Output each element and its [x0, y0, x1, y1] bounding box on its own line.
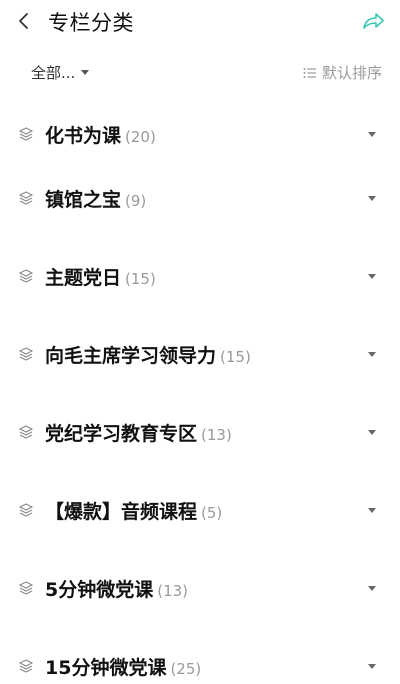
filter-bar: 全部... 默认排序: [0, 58, 400, 88]
category-name: 向毛主席学习领导力: [45, 345, 217, 367]
category-name: 【爆款】音频课程: [45, 501, 198, 523]
category-filter-label: 全部...: [31, 64, 76, 82]
category-count: (15): [125, 270, 156, 288]
category-count: (15): [220, 348, 251, 366]
category-name: 主题党日: [45, 267, 122, 289]
category-item[interactable]: 党纪学习教育专区 (13): [0, 410, 400, 454]
share-button[interactable]: [361, 10, 385, 32]
sort-label: 默认排序: [321, 64, 382, 82]
category-count: (20): [125, 128, 156, 146]
layers-icon: [18, 191, 34, 205]
page-title: 专栏分类: [48, 11, 134, 35]
layers-icon: [18, 269, 34, 283]
category-name: 15分钟微党课: [45, 657, 167, 679]
expand-caret-icon[interactable]: [368, 430, 376, 435]
layers-icon: [18, 347, 34, 361]
layers-icon: [18, 581, 34, 595]
expand-caret-icon[interactable]: [368, 586, 376, 591]
category-count: (5): [201, 504, 223, 522]
category-count: (13): [157, 582, 189, 600]
sort-button[interactable]: 默认排序: [303, 62, 382, 83]
category-name: 党纪学习教育专区: [45, 423, 198, 445]
expand-caret-icon[interactable]: [368, 508, 376, 513]
layers-icon: [18, 425, 34, 439]
category-item[interactable]: 向毛主席学习领导力 (15): [0, 332, 400, 376]
header-bar: 专栏分类: [0, 0, 400, 44]
category-item[interactable]: 【爆款】音频课程 (5): [0, 488, 400, 532]
category-count: (25): [170, 660, 202, 678]
expand-caret-icon[interactable]: [368, 664, 376, 669]
layers-icon: [18, 503, 34, 517]
category-item[interactable]: 化书为课 (20): [0, 112, 400, 156]
list-icon: [303, 67, 316, 78]
category-item[interactable]: 15分钟微党课 (25): [0, 644, 400, 684]
expand-caret-icon[interactable]: [368, 274, 376, 279]
category-name: 5分钟微党课: [45, 579, 154, 601]
layers-icon: [18, 659, 34, 673]
expand-caret-icon[interactable]: [368, 352, 376, 357]
share-arrow-icon: [363, 13, 384, 29]
category-item[interactable]: 主题党日 (15): [0, 254, 400, 298]
category-count: (9): [125, 192, 147, 210]
category-item[interactable]: 5分钟微党课 (13): [0, 566, 400, 610]
back-button[interactable]: [14, 10, 36, 32]
caret-down-icon: [81, 70, 90, 75]
expand-caret-icon[interactable]: [368, 132, 376, 137]
chevron-left-icon: [19, 13, 28, 29]
category-name: 化书为课: [45, 125, 122, 147]
expand-caret-icon[interactable]: [368, 196, 376, 201]
category-item[interactable]: 镇馆之宝 (9): [0, 176, 400, 220]
layers-icon: [18, 127, 34, 141]
category-filter-dropdown[interactable]: 全部...: [31, 62, 90, 83]
category-name: 镇馆之宝: [45, 189, 122, 211]
category-count: (13): [201, 426, 232, 444]
